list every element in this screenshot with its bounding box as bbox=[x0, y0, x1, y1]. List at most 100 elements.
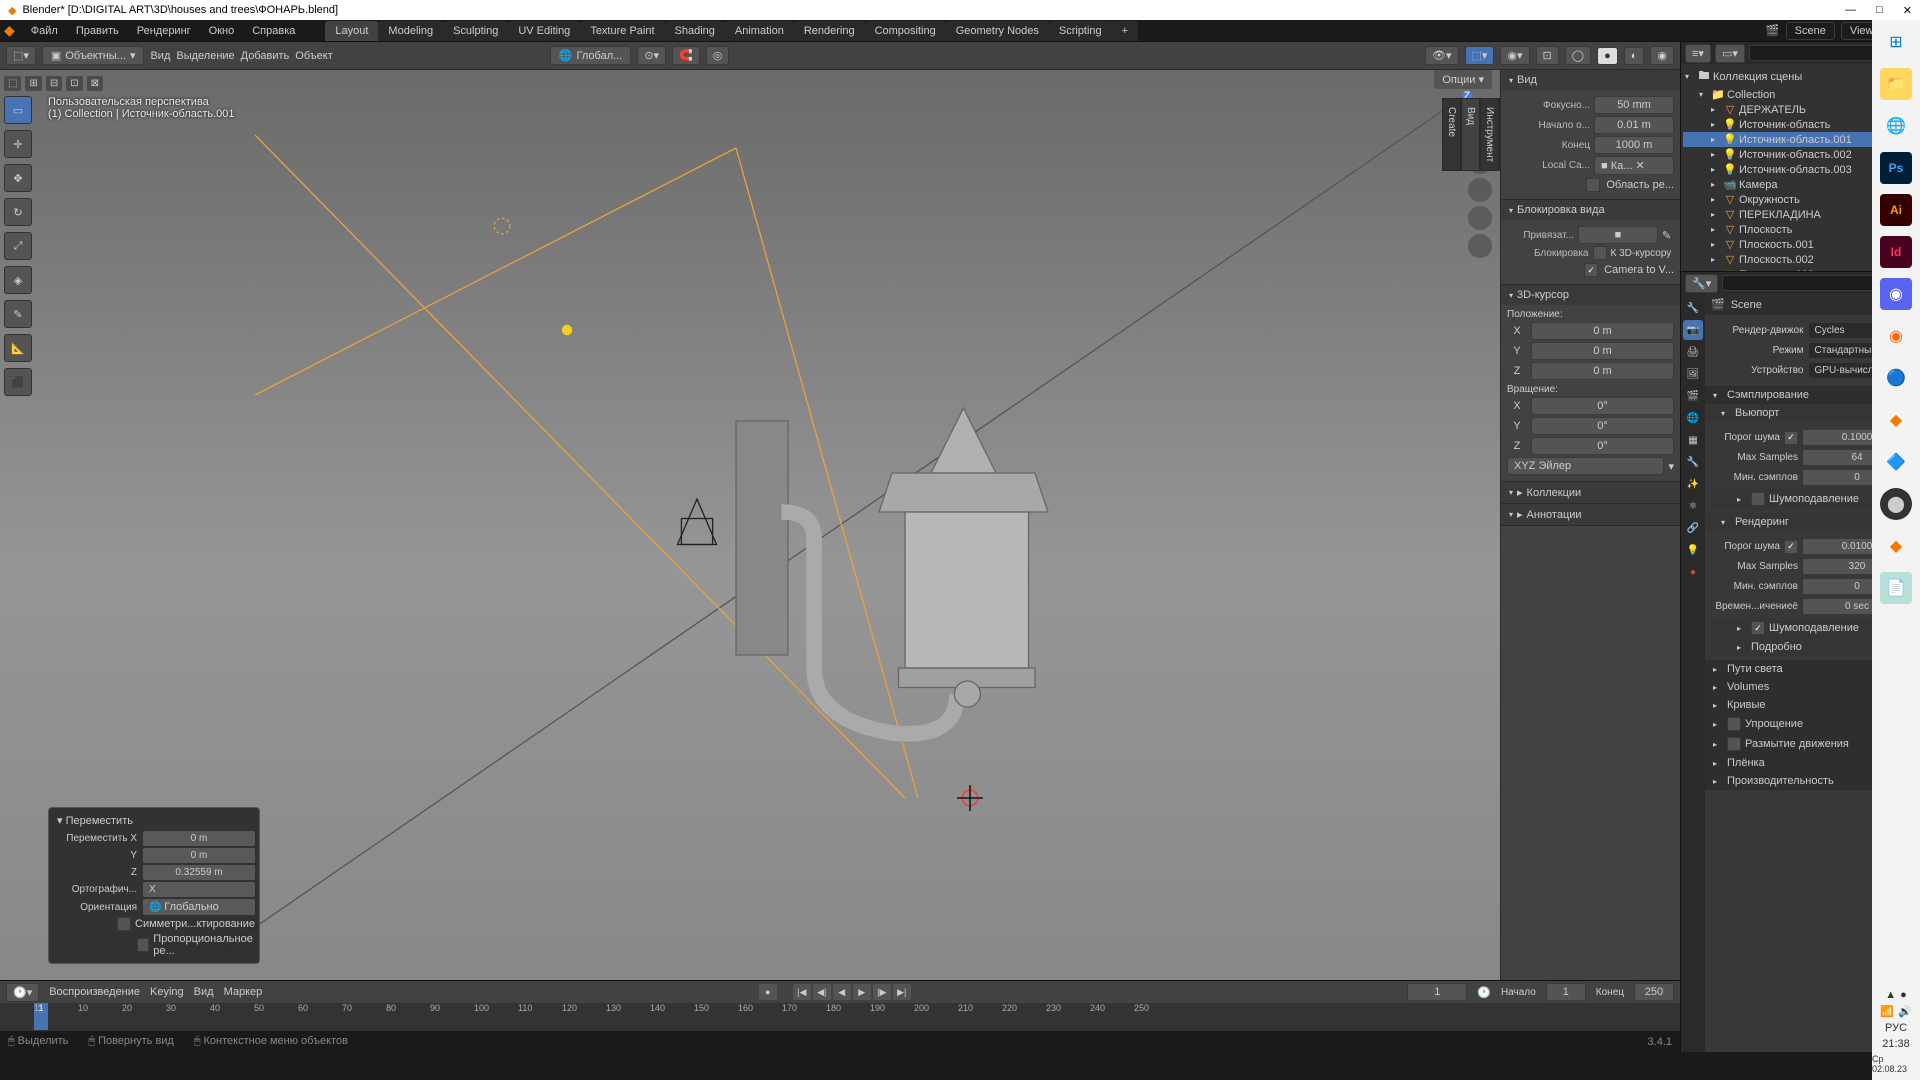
proportional-checkbox[interactable] bbox=[137, 938, 149, 952]
vp-menu-select[interactable]: Выделение bbox=[176, 50, 234, 62]
visibility-button[interactable]: 👁▾ bbox=[1425, 46, 1459, 65]
timeline-ruler[interactable]: 1 11020304050607080901001101201301401501… bbox=[0, 1003, 1680, 1030]
explorer-icon[interactable]: 📁 bbox=[1880, 68, 1912, 100]
rd-noise-checkbox[interactable] bbox=[1784, 540, 1798, 554]
jump-prev-key-button[interactable]: ◀| bbox=[813, 984, 831, 1000]
3d-viewport[interactable]: ⬚ ⊞ ⊟ ⊡ ⊠ Пользовательская перспектива (… bbox=[0, 70, 1680, 980]
panel-annotations-header[interactable]: ▸ Аннотации bbox=[1501, 504, 1680, 525]
mirror-checkbox[interactable] bbox=[117, 917, 131, 931]
cursor-rot-z[interactable]: 0° bbox=[1531, 437, 1674, 455]
tl-keying[interactable]: Keying bbox=[150, 986, 184, 998]
end-frame-field[interactable]: 250 bbox=[1634, 983, 1674, 1001]
tab-scripting[interactable]: Scripting bbox=[1049, 21, 1112, 41]
maximize-button[interactable]: □ bbox=[1876, 4, 1883, 17]
mode-selector[interactable]: ▣ Объектны... ▾ bbox=[42, 46, 145, 65]
tab-texture-paint[interactable]: Texture Paint bbox=[580, 21, 664, 41]
scene-name[interactable]: Scene bbox=[1786, 22, 1835, 40]
ortho-axis-select[interactable]: X bbox=[143, 882, 255, 897]
prop-tab-scene[interactable]: 🎬 bbox=[1683, 386, 1703, 406]
vp-menu-add[interactable]: Добавить bbox=[241, 50, 290, 62]
prop-tab-material[interactable]: ● bbox=[1683, 562, 1703, 582]
tl-marker[interactable]: Маркер bbox=[224, 986, 263, 998]
lock-to-object-field[interactable]: ■ bbox=[1578, 226, 1658, 244]
prop-tab-constraints[interactable]: 🔗 bbox=[1683, 518, 1703, 538]
jump-next-key-button[interactable]: |▶ bbox=[873, 984, 891, 1000]
discord-icon[interactable]: ◉ bbox=[1880, 278, 1912, 310]
tab-compositing[interactable]: Compositing bbox=[865, 21, 946, 41]
cursor-pos-x[interactable]: 0 m bbox=[1531, 322, 1674, 340]
tl-view[interactable]: Вид bbox=[194, 986, 214, 998]
vp-menu-object[interactable]: Объект bbox=[295, 50, 332, 62]
tab-rendering[interactable]: Rendering bbox=[794, 21, 865, 41]
camera-view-icon[interactable] bbox=[1468, 206, 1492, 230]
move-y-field[interactable]: 0 m bbox=[143, 848, 255, 863]
shading-solid[interactable]: ● bbox=[1597, 47, 1618, 65]
jump-end-button[interactable]: ▶| bbox=[893, 984, 911, 1000]
n-tab-create[interactable]: Create bbox=[1442, 98, 1461, 171]
asana-icon[interactable]: 🔷 bbox=[1880, 446, 1912, 478]
shading-wireframe[interactable]: ◯ bbox=[1565, 46, 1591, 65]
play-button[interactable]: ▶ bbox=[853, 984, 871, 1000]
photoshop-icon[interactable]: Ps bbox=[1880, 152, 1912, 184]
minimize-button[interactable]: — bbox=[1845, 4, 1856, 17]
gizmo-button[interactable]: ⬚▾ bbox=[1465, 46, 1495, 65]
local-camera-field[interactable]: ■ Ка... ✕ bbox=[1594, 156, 1674, 175]
tab-geometry-nodes[interactable]: Geometry Nodes bbox=[946, 21, 1049, 41]
options-dropdown[interactable]: Опции ▾ bbox=[1434, 70, 1492, 89]
menu-window[interactable]: Окно bbox=[201, 23, 243, 39]
edge-icon[interactable]: 🌐 bbox=[1880, 110, 1912, 142]
properties-type-button[interactable]: 🔧▾ bbox=[1685, 274, 1718, 293]
tl-playback[interactable]: Воспроизведение bbox=[49, 986, 140, 998]
outliner-display-button[interactable]: ▭▾ bbox=[1715, 44, 1745, 63]
blender-task-icon[interactable]: ◆ bbox=[1880, 404, 1912, 436]
jump-start-button[interactable]: |◀ bbox=[793, 984, 811, 1000]
prop-tab-data[interactable]: 💡 bbox=[1683, 540, 1703, 560]
cursor-rot-x[interactable]: 0° bbox=[1531, 397, 1674, 415]
overlays-button[interactable]: ◉▾ bbox=[1500, 46, 1529, 65]
prop-tab-world[interactable]: 🌐 bbox=[1683, 408, 1703, 428]
cursor-pos-y[interactable]: 0 m bbox=[1531, 342, 1674, 360]
operator-title[interactable]: ▾ Переместить bbox=[53, 812, 255, 829]
orientation-select[interactable]: 🌐 Глобально bbox=[143, 899, 255, 915]
editor-type-button[interactable]: ⬚▾ bbox=[6, 46, 36, 65]
panel-cursor-header[interactable]: 3D-курсор bbox=[1501, 285, 1680, 305]
current-frame-field[interactable]: 1 bbox=[1407, 983, 1467, 1001]
indesign-icon[interactable]: Id bbox=[1880, 236, 1912, 268]
prop-tab-view-layer[interactable]: 🖼 bbox=[1683, 364, 1703, 384]
orientation-selector[interactable]: 🌐 Глобал... bbox=[550, 46, 631, 65]
preview-range-button[interactable]: 🕐 bbox=[1477, 986, 1491, 999]
cursor-rotation-mode[interactable]: XYZ Эйлер bbox=[1507, 457, 1664, 475]
start-frame-field[interactable]: 1 bbox=[1546, 983, 1586, 1001]
menu-file[interactable]: Файл bbox=[23, 23, 66, 39]
clip-start-field[interactable]: 0.01 m bbox=[1594, 116, 1674, 134]
properties-search[interactable] bbox=[1722, 275, 1888, 291]
n-tab-tool[interactable]: Инструмент bbox=[1480, 98, 1499, 171]
tab-shading[interactable]: Shading bbox=[665, 21, 725, 41]
xray-button[interactable]: ⊡ bbox=[1536, 46, 1559, 65]
proportional-button[interactable]: ◎ bbox=[706, 46, 730, 65]
snap-button[interactable]: 🧲 bbox=[672, 46, 700, 65]
tab-modeling[interactable]: Modeling bbox=[378, 21, 443, 41]
menu-render[interactable]: Рендеринг bbox=[129, 23, 199, 39]
tab-sculpting[interactable]: Sculpting bbox=[443, 21, 508, 41]
illustrator-icon[interactable]: Ai bbox=[1880, 194, 1912, 226]
n-tab-view[interactable]: Вид bbox=[1461, 98, 1480, 171]
panel-lock-header[interactable]: Блокировка вида bbox=[1501, 200, 1680, 220]
render-region-checkbox[interactable] bbox=[1586, 178, 1600, 192]
prop-tab-modifier[interactable]: 🔧 bbox=[1683, 452, 1703, 472]
play-reverse-button[interactable]: ◀ bbox=[833, 984, 851, 1000]
volume-icon[interactable]: 🔊 bbox=[1898, 1005, 1912, 1018]
close-button[interactable]: ✕ bbox=[1903, 4, 1912, 17]
lock-cursor-checkbox[interactable] bbox=[1593, 246, 1607, 260]
clock-time[interactable]: 21:38 bbox=[1882, 1038, 1910, 1050]
menu-help[interactable]: Справка bbox=[244, 23, 303, 39]
prop-tab-particles[interactable]: ✨ bbox=[1683, 474, 1703, 494]
tab-uv-editing[interactable]: UV Editing bbox=[508, 21, 580, 41]
outliner-type-button[interactable]: ≡▾ bbox=[1685, 44, 1711, 63]
auto-key-button[interactable]: ● bbox=[759, 984, 777, 1000]
shading-material[interactable]: ◐ bbox=[1624, 47, 1645, 65]
vp-menu-view[interactable]: Вид bbox=[150, 50, 170, 62]
panel-view-header[interactable]: Вид bbox=[1501, 70, 1680, 90]
tray-icon[interactable]: ● bbox=[1900, 989, 1907, 1001]
houdini-icon[interactable]: ◉ bbox=[1880, 320, 1912, 352]
